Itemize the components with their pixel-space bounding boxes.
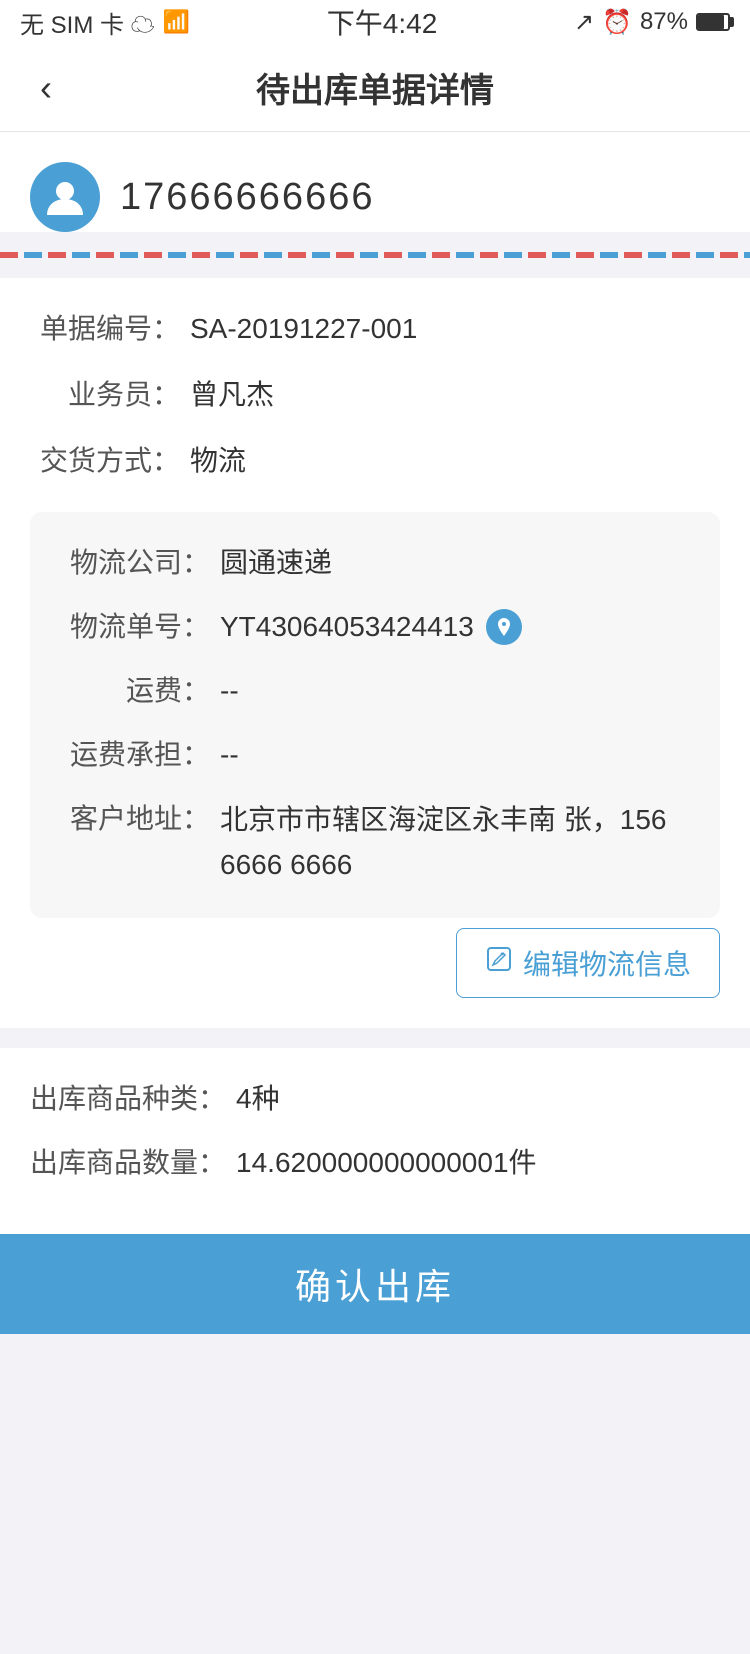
freight-bear-row: 运费承担： -- [60, 734, 690, 776]
section-divider-1 [0, 1028, 750, 1048]
product-types-value: 4种 [236, 1078, 720, 1120]
product-section: 出库商品种类： 4种 出库商品数量： 14.620000000000001件 [0, 1048, 750, 1214]
logistics-section: 物流公司： 圆通速递 物流单号： YT43064053424413 运费： -- [0, 512, 750, 1028]
freight-value: -- [220, 670, 690, 712]
order-no-label: 单据编号： [30, 308, 190, 350]
salesperson-value: 曾凡杰 [190, 374, 720, 416]
freight-bear-label: 运费承担： [60, 734, 220, 776]
status-right: ↗ ⏰ 87% [574, 8, 730, 37]
back-button[interactable]: ‹ [30, 57, 62, 119]
map-pin-icon[interactable] [486, 609, 522, 645]
phone-section: 17666666666 [0, 132, 750, 232]
logistics-company-row: 物流公司： 圆通速递 [60, 542, 690, 584]
product-quantity-row: 出库商品数量： 14.620000000000001件 [30, 1142, 720, 1184]
tracking-label: 物流单号： [60, 606, 220, 648]
page-title: 待出库单据详情 [256, 63, 494, 112]
address-row: 客户地址： 北京市市辖区海淀区永丰南 张，156 6666 6666 [60, 798, 690, 888]
edit-logistics-label: 编辑物流信息 [523, 943, 691, 983]
freight-row: 运费： -- [60, 670, 690, 712]
customer-phone: 17666666666 [120, 176, 374, 219]
edit-icon [485, 945, 513, 980]
address-value: 北京市市辖区海淀区永丰南 张，156 6666 6666 [220, 798, 690, 888]
alarm-icon: ⏰ [602, 8, 632, 37]
nav-bar: ‹ 待出库单据详情 [0, 44, 750, 132]
battery-icon [696, 13, 730, 31]
order-no-row: 单据编号： SA-20191227-001 [30, 308, 720, 350]
order-no-value: SA-20191227-001 [190, 308, 720, 350]
delivery-value: 物流 [190, 440, 720, 482]
wifi-icon: 📶 [163, 9, 190, 35]
address-label: 客户地址： [60, 798, 220, 840]
freight-bear-value: -- [220, 734, 690, 776]
product-quantity-value: 14.620000000000001件 [236, 1142, 720, 1184]
basic-info-card: 单据编号： SA-20191227-001 业务员： 曾凡杰 交货方式： 物流 [0, 278, 750, 512]
logistics-company-label: 物流公司： [60, 542, 220, 584]
dashed-divider [0, 252, 750, 258]
person-icon [43, 175, 87, 219]
confirm-outbound-button[interactable]: 确认出库 [295, 1258, 455, 1310]
logistics-company-value: 圆通速递 [220, 542, 690, 584]
content: 17666666666 单据编号： SA-20191227-001 业务员： 曾… [0, 132, 750, 1654]
confirm-btn-wrap: 确认出库 [0, 1234, 750, 1334]
salesperson-label: 业务员： [30, 374, 190, 416]
logistics-card: 物流公司： 圆通速递 物流单号： YT43064053424413 运费： -- [30, 512, 720, 918]
status-left: 无 SIM 卡 ☁ 📶 [20, 5, 190, 40]
bottom-spacer [0, 1334, 750, 1534]
avatar [30, 162, 100, 232]
salesperson-row: 业务员： 曾凡杰 [30, 374, 720, 416]
freight-label: 运费： [60, 670, 220, 712]
battery-level: 87% [640, 8, 688, 36]
status-bar: 无 SIM 卡 ☁ 📶 下午4:42 ↗ ⏰ 87% [0, 0, 750, 44]
edit-btn-row: 编辑物流信息 [0, 928, 750, 1028]
location-status-icon: ↗ [574, 8, 594, 37]
delivery-label: 交货方式： [30, 440, 190, 482]
product-types-label: 出库商品种类： [30, 1078, 236, 1120]
tracking-row: 物流单号： YT43064053424413 [60, 606, 690, 648]
edit-logistics-button[interactable]: 编辑物流信息 [456, 928, 720, 998]
tracking-value: YT43064053424413 [220, 606, 690, 648]
product-quantity-label: 出库商品数量： [30, 1142, 236, 1184]
sim-status: 无 SIM 卡 ☁ [20, 5, 155, 40]
status-time: 下午4:42 [327, 2, 438, 42]
delivery-row: 交货方式： 物流 [30, 440, 720, 482]
product-types-row: 出库商品种类： 4种 [30, 1078, 720, 1120]
